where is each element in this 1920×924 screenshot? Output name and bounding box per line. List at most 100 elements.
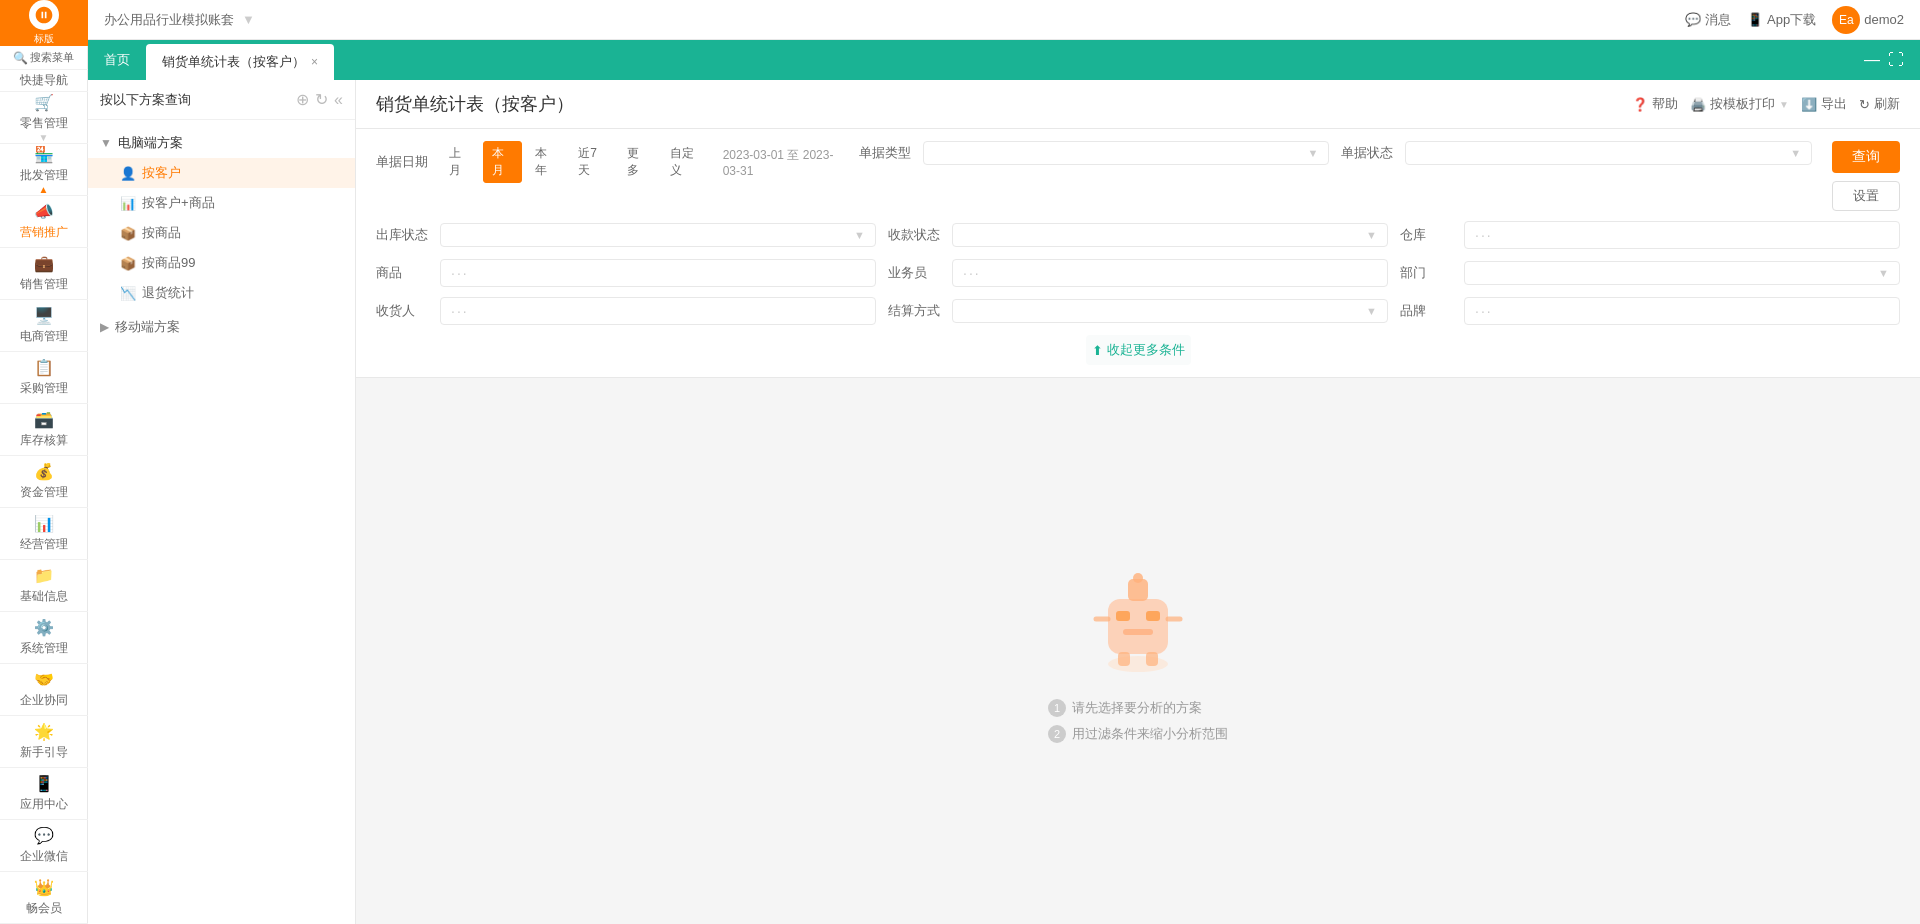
minimize-btn[interactable]: — — [1864, 51, 1880, 69]
scheme-item-by-customer-product-label: 按客户+商品 — [142, 194, 215, 212]
sidebar-item-finance[interactable]: 💰 资金管理 — [0, 456, 88, 508]
page-title-row: 销货单统计表（按客户） ❓ 帮助 🖨️ 按模板打印 ▼ ⬇️ — [376, 92, 1900, 116]
marketing-icon: 📣 — [34, 202, 54, 221]
industry-dropdown-icon[interactable]: ▼ — [242, 12, 255, 27]
sidebar-item-sales[interactable]: 💼 销售管理 — [0, 248, 88, 300]
sidebar-item-enterprise[interactable]: 🤝 企业协同 — [0, 664, 88, 716]
desktop-group-header[interactable]: ▼ 电脑端方案 — [88, 128, 355, 158]
operations-icon: 📊 — [34, 514, 54, 533]
settings-button[interactable]: 设置 — [1832, 181, 1900, 211]
date-tab-custom[interactable]: 自定义 — [661, 141, 711, 183]
consignee-select[interactable]: ··· — [440, 297, 876, 325]
sidebar-item-operations[interactable]: 📊 经营管理 — [0, 508, 88, 560]
add-scheme-btn[interactable]: ⊕ — [296, 90, 309, 109]
tab-close-btn[interactable]: × — [311, 55, 318, 69]
purchase-icon: 📋 — [34, 358, 54, 377]
appcenter-icon: 📱 — [34, 774, 54, 793]
logo-icon — [29, 0, 59, 30]
sidebar-item-appcenter[interactable]: 📱 应用中心 — [0, 768, 88, 820]
tab-active[interactable]: 销货单统计表（按客户） × — [146, 44, 334, 80]
collapse-panel-btn[interactable]: « — [334, 91, 343, 109]
retail-icon: 🛒 — [34, 93, 54, 112]
payment-select[interactable]: ▼ — [952, 299, 1388, 323]
dept-label: 部门 — [1400, 264, 1456, 282]
scheme-item-by-product[interactable]: 📦 按商品 — [88, 218, 355, 248]
date-tab-7days[interactable]: 近7天 — [569, 141, 614, 183]
scheme-item-by-product-99-label: 按商品99 — [142, 254, 195, 272]
app-subtitle: 标版 — [34, 32, 54, 46]
sidebar-search[interactable]: 🔍 搜索菜单 — [0, 46, 88, 70]
date-tab-lastmonth[interactable]: 上月 — [440, 141, 479, 183]
svg-rect-1 — [1108, 599, 1168, 654]
sidebar-item-newbie[interactable]: 🌟 新手引导 — [0, 716, 88, 768]
sidebar-item-marketing[interactable]: 📣 营销推广 — [0, 196, 88, 248]
sidebar: 标版 🔍 搜索菜单 快捷导航 🛒 零售管理 ▼ 🏪 批发管理 ▲ 📣 营销推广 … — [0, 0, 88, 924]
out-status-select[interactable]: ▼ — [440, 223, 876, 247]
customer-icon: 👤 — [120, 166, 136, 181]
purchase-label: 采购管理 — [20, 380, 68, 397]
app-download-btn[interactable]: 📱 App下载 — [1747, 11, 1816, 29]
query-button[interactable]: 查询 — [1832, 141, 1900, 173]
app-logo: 标版 — [0, 0, 88, 46]
help-btn[interactable]: ❓ 帮助 — [1632, 95, 1678, 113]
print-btn[interactable]: 🖨️ 按模板打印 ▼ — [1690, 95, 1789, 113]
maximize-btn[interactable]: ⛶ — [1888, 51, 1904, 69]
doc-type-select[interactable]: ▼ — [923, 141, 1330, 165]
sidebar-item-purchase[interactable]: 📋 采购管理 — [0, 352, 88, 404]
refresh-scheme-btn[interactable]: ↻ — [315, 90, 328, 109]
corpwechat-icon: 💬 — [34, 826, 54, 845]
messages-btn[interactable]: 💬 消息 — [1685, 11, 1731, 29]
doc-status-select[interactable]: ▼ — [1405, 141, 1812, 165]
date-tab-thisyear[interactable]: 本年 — [526, 141, 565, 183]
sidebar-item-member[interactable]: 👑 畅会员 — [0, 872, 88, 924]
wholesale-label: 批发管理 — [20, 167, 68, 184]
product-select[interactable]: ··· — [440, 259, 876, 287]
receipt-status-select[interactable]: ▼ — [952, 223, 1388, 247]
right-panel: 销货单统计表（按客户） ❓ 帮助 🖨️ 按模板打印 ▼ ⬇️ — [356, 80, 1920, 924]
warehouse-select[interactable]: ··· — [1464, 221, 1900, 249]
sidebar-item-corpwechat[interactable]: 💬 企业微信 — [0, 820, 88, 872]
date-tab-more[interactable]: 更多 — [618, 141, 657, 183]
operations-label: 经营管理 — [20, 536, 68, 553]
refresh-btn[interactable]: ↻ 刷新 — [1859, 95, 1900, 113]
system-label: 系统管理 — [20, 640, 68, 657]
user-profile-btn[interactable]: Ea demo2 — [1832, 6, 1904, 34]
sidebar-item-ecommerce[interactable]: 🖥️ 电商管理 — [0, 300, 88, 352]
mobile-group[interactable]: ▶ 移动端方案 — [88, 312, 355, 342]
date-tab-thismonth[interactable]: 本月 — [483, 141, 522, 183]
mobile-group-arrow: ▶ — [100, 320, 109, 334]
main-area: 办公用品行业模拟账套 ▼ 💬 消息 📱 App下载 Ea demo2 首页 — [88, 0, 1920, 924]
dept-select[interactable]: ▼ — [1464, 261, 1900, 285]
scheme-item-by-product-label: 按商品 — [142, 224, 181, 242]
page-header: 销货单统计表（按客户） ❓ 帮助 🖨️ 按模板打印 ▼ ⬇️ — [356, 80, 1920, 129]
warehouse-dots: ··· — [1475, 227, 1493, 243]
staff-select[interactable]: ··· — [952, 259, 1388, 287]
sidebar-item-wholesale[interactable]: 🏪 批发管理 ▲ — [0, 144, 88, 196]
collapse-bar[interactable]: ⬆ 收起更多条件 — [1086, 335, 1191, 365]
sidebar-item-system[interactable]: ⚙️ 系统管理 — [0, 612, 88, 664]
empty-illustration — [1078, 559, 1198, 679]
ecommerce-icon: 🖥️ — [34, 306, 54, 325]
wholesale-arrow: ▲ — [39, 184, 49, 195]
corpwechat-label: 企业微信 — [20, 848, 68, 865]
doc-status-label: 单据状态 — [1341, 144, 1397, 162]
topbar-right: 💬 消息 📱 App下载 Ea demo2 — [1685, 6, 1904, 34]
tip-num-1: 1 — [1048, 699, 1066, 717]
scheme-item-by-customer-product[interactable]: 📊 按客户+商品 — [88, 188, 355, 218]
tab-home[interactable]: 首页 — [88, 40, 146, 80]
product-dots: ··· — [451, 265, 469, 281]
sidebar-item-retail[interactable]: 🛒 零售管理 ▼ — [0, 92, 88, 144]
sidebar-quicknav[interactable]: 快捷导航 — [0, 70, 88, 92]
scheme-item-return-stats[interactable]: 📉 退货统计 — [88, 278, 355, 308]
stock-label: 库存核算 — [20, 432, 68, 449]
brand-select[interactable]: ··· — [1464, 297, 1900, 325]
sidebar-item-basics[interactable]: 📁 基础信息 — [0, 560, 88, 612]
date-range-display: 2023-03-01 至 2023-03-31 — [723, 147, 847, 178]
sidebar-item-stock[interactable]: 🗃️ 库存核算 — [0, 404, 88, 456]
home-tab-label: 首页 — [104, 51, 130, 69]
scheme-item-by-customer[interactable]: 👤 按客户 — [88, 158, 355, 188]
receipt-status-arrow: ▼ — [1366, 229, 1377, 241]
empty-tips: 1 请先选择要分析的方案 2 用过滤条件来缩小分析范围 — [1048, 699, 1228, 743]
scheme-item-by-product-99[interactable]: 📦 按商品99 — [88, 248, 355, 278]
export-btn[interactable]: ⬇️ 导出 — [1801, 95, 1847, 113]
